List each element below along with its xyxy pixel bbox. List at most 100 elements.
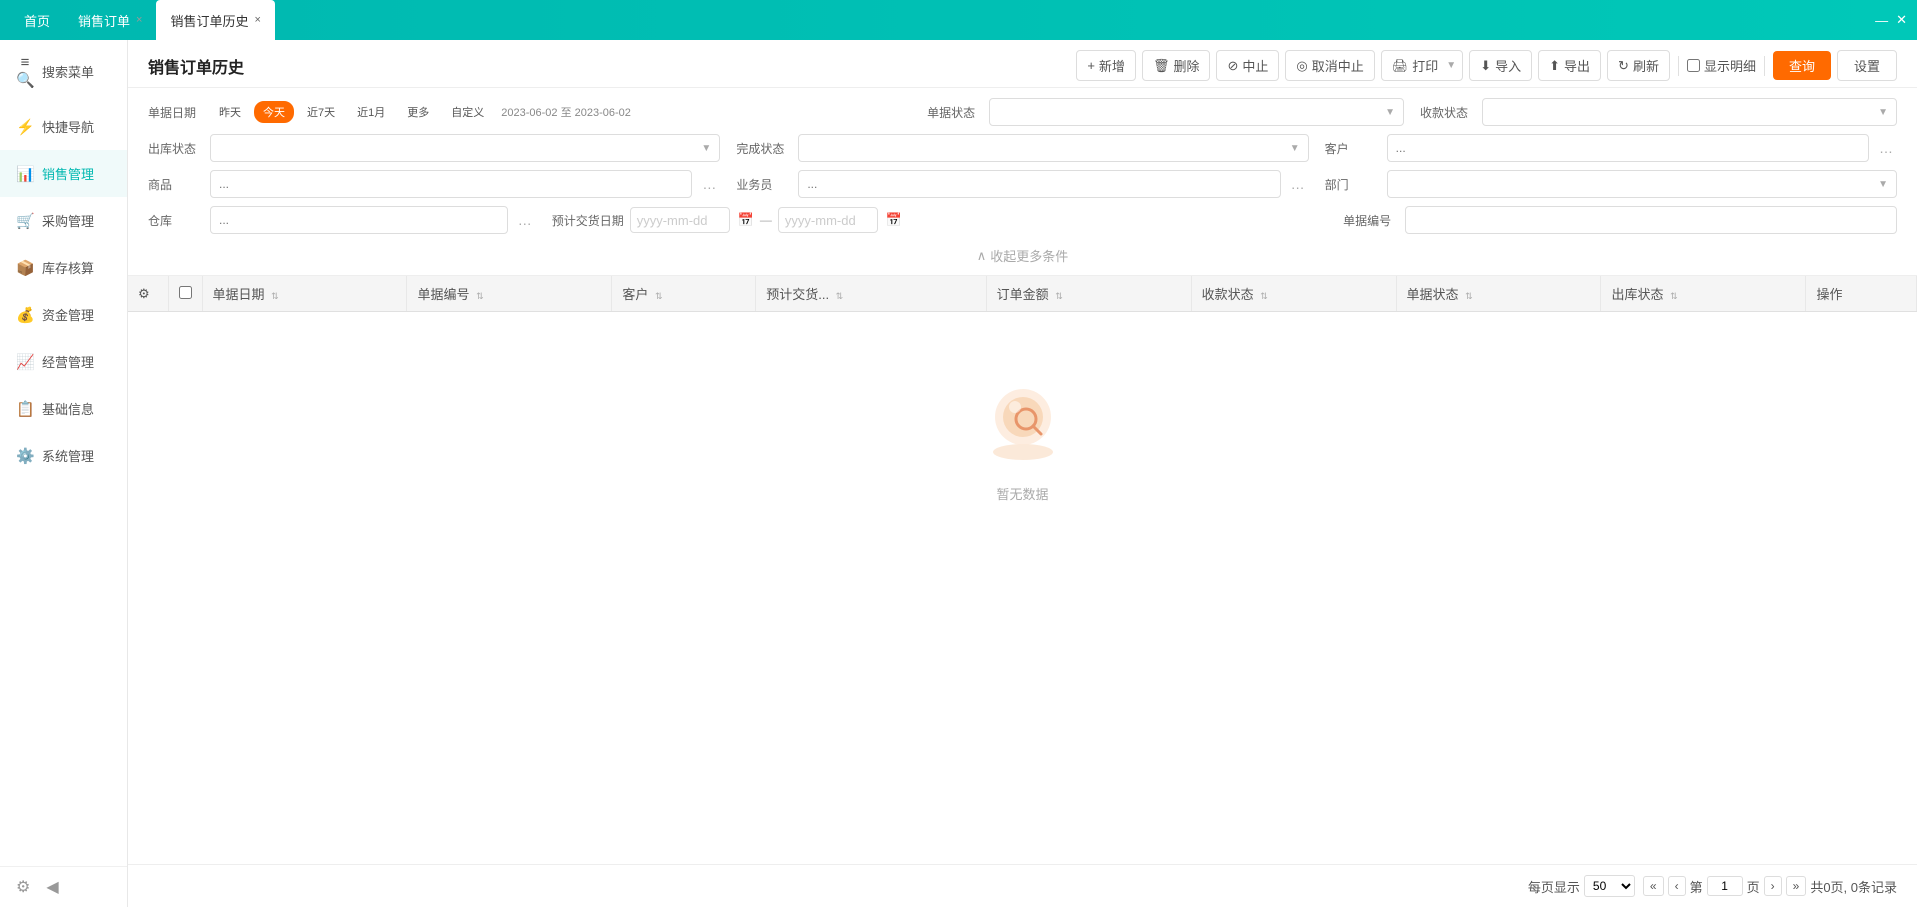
page-next-btn[interactable]: ›: [1764, 876, 1782, 896]
filter-customer-input[interactable]: [1387, 134, 1869, 162]
toolbar-separator-2: [1764, 56, 1765, 76]
sidebar-item-operation-mgmt-label: 经营管理: [42, 352, 94, 371]
collapse-row[interactable]: ∧ 收起更多条件: [148, 242, 1897, 265]
display-detail-check[interactable]: 显示明细: [1687, 56, 1756, 75]
filter-dept-select[interactable]: ▼: [1387, 170, 1897, 198]
tab-sales-order-history[interactable]: 销售订单历史 ×: [156, 0, 274, 40]
date-from-placeholder: yyyy-mm-dd: [637, 213, 708, 228]
sidebar-item-inventory-calc[interactable]: 📦 库存核算: [0, 244, 127, 291]
product-more-icon[interactable]: …: [698, 176, 720, 192]
page-label: 第: [1690, 877, 1703, 896]
btn-export[interactable]: ⬆ 导出: [1538, 50, 1601, 81]
btn-query[interactable]: 查询: [1773, 51, 1831, 80]
filter-dept-label: 部门: [1325, 176, 1381, 193]
btn-stop-label: 中止: [1242, 56, 1268, 75]
filter-bill-no-input[interactable]: [1405, 206, 1897, 234]
th-gear[interactable]: ⚙: [128, 276, 168, 312]
btn-setting[interactable]: 设置: [1837, 50, 1897, 81]
th-out-status[interactable]: 出库状态 ⇅: [1601, 276, 1806, 312]
btn-refresh[interactable]: ↻ 刷新: [1607, 50, 1670, 81]
tab-home-label: 首页: [24, 11, 50, 30]
sidebar-item-search-menu[interactable]: ≡🔍 搜索菜单: [0, 40, 127, 103]
tab-sales-order[interactable]: 销售订单 ×: [64, 0, 156, 40]
salesperson-more-icon[interactable]: …: [1287, 176, 1309, 192]
date-chip-today[interactable]: 今天: [254, 101, 294, 123]
sidebar-item-system-mgmt-label: 系统管理: [42, 446, 94, 465]
th-bill-date[interactable]: 单据日期 ⇅: [202, 276, 407, 312]
page-first-btn[interactable]: «: [1643, 876, 1664, 896]
stop-icon: ⊘: [1227, 58, 1238, 74]
filter-date-label: 单据日期: [148, 104, 204, 121]
filter-expected-date-to[interactable]: yyyy-mm-dd: [778, 207, 878, 233]
filter-warehouse-input[interactable]: [210, 206, 508, 234]
page-number-input[interactable]: [1707, 876, 1743, 896]
sidebar-item-fund-mgmt-label: 资金管理: [42, 305, 94, 324]
tab-sales-order-history-close[interactable]: ×: [254, 14, 260, 26]
page-size-select[interactable]: 50 10 20 100: [1584, 875, 1635, 897]
btn-new[interactable]: + 新增: [1076, 50, 1136, 81]
window-close[interactable]: ✕: [1896, 12, 1907, 28]
btn-import[interactable]: ⬇ 导入: [1469, 50, 1532, 81]
filter-complete-status-select[interactable]: ▼: [798, 134, 1308, 162]
filter-salesperson: 业务员 …: [736, 170, 1308, 198]
sidebar-settings-icon[interactable]: ⚙: [16, 877, 30, 897]
th-expected-delivery[interactable]: 预计交货... ⇅: [756, 276, 986, 312]
btn-stop[interactable]: ⊘ 中止: [1216, 50, 1279, 81]
filter-product-input[interactable]: [210, 170, 692, 198]
select-all-checkbox[interactable]: [179, 286, 192, 299]
collapse-icon: ∧: [977, 248, 987, 264]
th-bill-no[interactable]: 单据编号 ⇅: [407, 276, 612, 312]
date-chip-1month[interactable]: 近1月: [348, 101, 394, 123]
date-chip-7days[interactable]: 近7天: [298, 101, 344, 123]
sidebar-item-operation-mgmt[interactable]: 📈 经营管理: [0, 338, 127, 385]
filter-row-1: 单据日期 昨天 今天 近7天 近1月 更多 自定义 2023-06-02 至 2…: [148, 98, 1897, 126]
date-chip-yesterday[interactable]: 昨天: [210, 101, 250, 123]
filter-bill-status-select[interactable]: ▼: [989, 98, 1404, 126]
th-bill-status[interactable]: 单据状态 ⇅: [1396, 276, 1601, 312]
calendar-to-icon[interactable]: 📅: [886, 212, 902, 228]
page-last-btn[interactable]: »: [1786, 876, 1807, 896]
filter-out-status-select[interactable]: ▼: [210, 134, 720, 162]
expected-delivery-sort-icon: ⇅: [836, 291, 844, 301]
filter-warehouse-label: 仓库: [148, 212, 204, 229]
sidebar-item-quick-nav[interactable]: ⚡ 快捷导航: [0, 103, 127, 150]
window-minimize[interactable]: —: [1875, 13, 1888, 28]
filter-row-4: 仓库 … 预计交货日期 yyyy-mm-dd 📅 — yyyy-mm-dd 📅: [148, 206, 1897, 234]
sidebar-item-system-mgmt[interactable]: ⚙️ 系统管理: [0, 432, 127, 479]
th-check[interactable]: [168, 276, 202, 312]
btn-delete[interactable]: 🗑 删除: [1142, 50, 1211, 81]
warehouse-more-icon[interactable]: …: [514, 212, 536, 228]
th-customer[interactable]: 客户 ⇅: [612, 276, 756, 312]
date-separator: —: [760, 213, 772, 227]
top-bar: 首页 销售订单 × 销售订单历史 × — ✕: [0, 0, 1917, 40]
total-info: 共0页, 0条记录: [1810, 877, 1897, 896]
sidebar-item-sales-mgmt[interactable]: 📊 销售管理: [0, 150, 127, 197]
search-menu-icon: ≡🔍: [16, 54, 34, 89]
tab-home[interactable]: 首页: [10, 0, 64, 40]
customer-more-icon[interactable]: …: [1875, 140, 1897, 156]
th-operations: 操作: [1806, 276, 1917, 312]
date-chip-custom[interactable]: 自定义: [442, 101, 493, 123]
btn-print[interactable]: 🖨 打印 ▼: [1381, 50, 1463, 81]
empty-state: 暂无数据: [128, 312, 1917, 563]
page-prev-btn[interactable]: ‹: [1668, 876, 1686, 896]
filter-expected-date-from[interactable]: yyyy-mm-dd: [630, 207, 730, 233]
display-detail-checkbox[interactable]: [1687, 59, 1700, 72]
th-order-amount[interactable]: 订单金额 ⇅: [986, 276, 1191, 312]
sidebar-item-basic-info[interactable]: 📋 基础信息: [0, 385, 127, 432]
tab-sales-order-close[interactable]: ×: [136, 14, 142, 26]
sidebar-collapse-icon[interactable]: ◀: [46, 877, 58, 897]
filter-customer: 客户 …: [1325, 134, 1897, 162]
sidebar-item-purchase-mgmt[interactable]: 🛒 采购管理: [0, 197, 127, 244]
date-to-placeholder: yyyy-mm-dd: [785, 213, 856, 228]
btn-cancel-stop[interactable]: ◎ 取消中止: [1285, 50, 1374, 81]
filter-product-label: 商品: [148, 176, 204, 193]
print-icon: 🖨: [1392, 58, 1409, 74]
th-receipt-status[interactable]: 收款状态 ⇅: [1191, 276, 1396, 312]
calendar-from-icon[interactable]: 📅: [738, 212, 754, 228]
filter-receipt-status-select[interactable]: ▼: [1482, 98, 1897, 126]
sidebar-item-fund-mgmt[interactable]: 💰 资金管理: [0, 291, 127, 338]
date-chip-more[interactable]: 更多: [398, 101, 438, 123]
filter-bill-no-label: 单据编号: [1343, 212, 1399, 229]
filter-salesperson-input[interactable]: [798, 170, 1280, 198]
